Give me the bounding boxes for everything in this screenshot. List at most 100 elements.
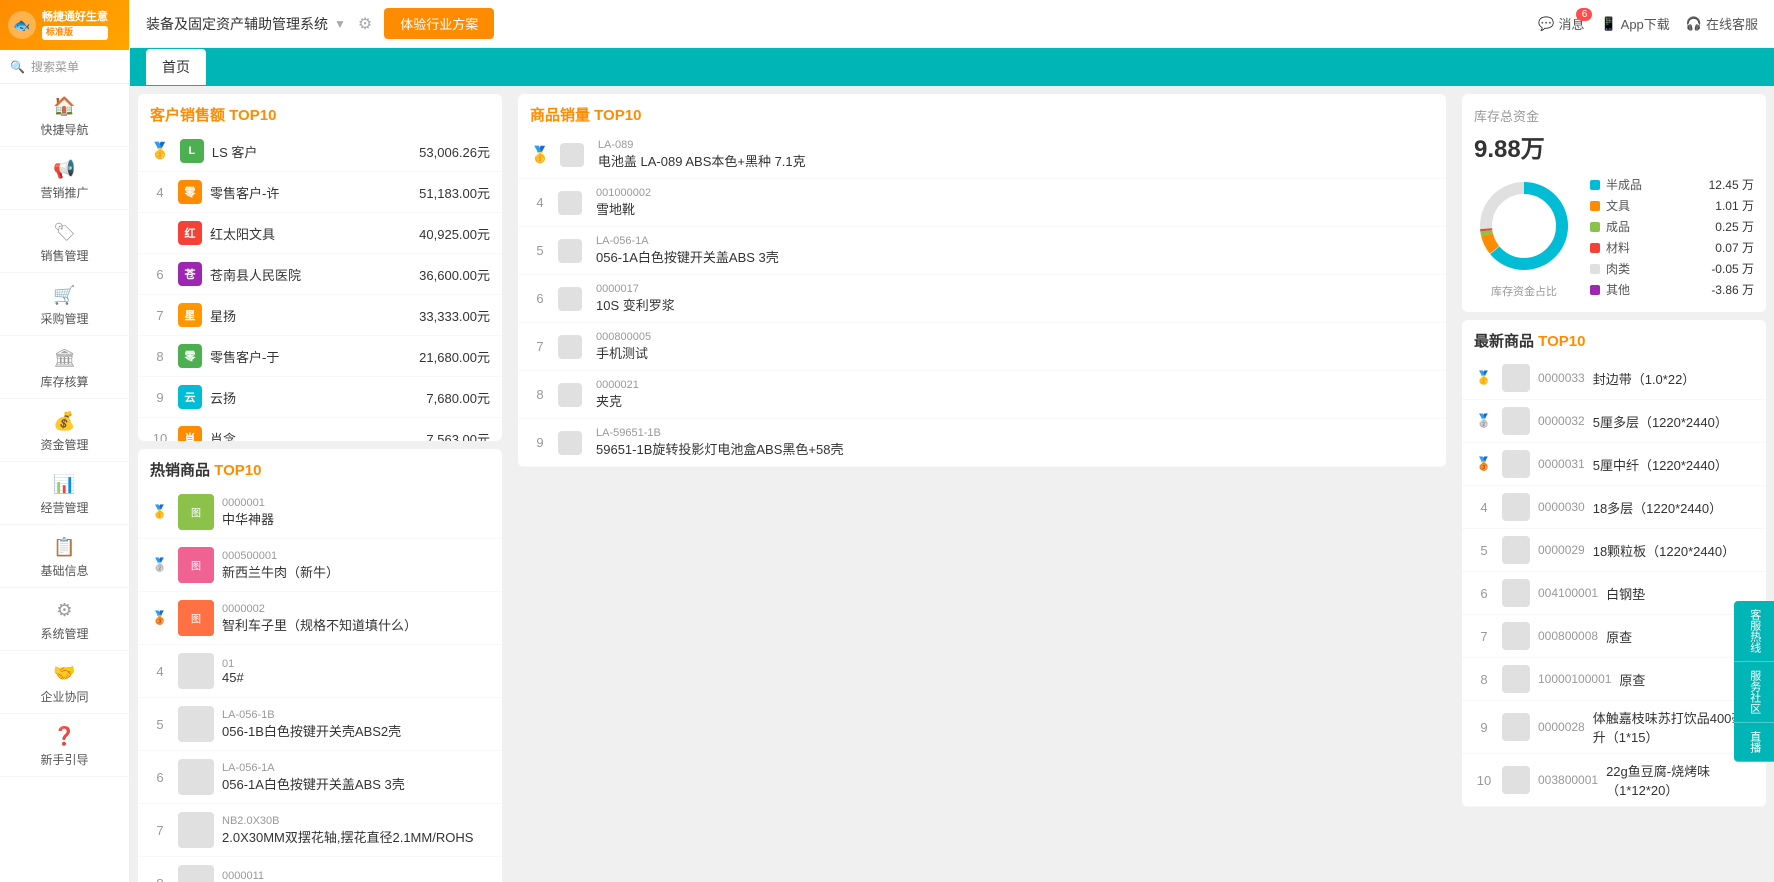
newest-products-list: 🥇 0000033 封边带（1.0*22） 🥈 0000032 5厘多层（122… (1462, 357, 1766, 807)
product-code: LA-056-1B (222, 709, 490, 721)
message-button[interactable]: 💬 消息 6 (1538, 14, 1584, 33)
product-ranking-card: 商品销量 TOP10 🥇 LA-089 电池盖 LA-089 ABS本色+黑种 … (518, 94, 1446, 467)
product-name: 原查 (1606, 627, 1754, 646)
product-code: 0000033 (1538, 371, 1585, 385)
tab-home[interactable]: 首页 (146, 49, 206, 85)
sidebar-item-label: 基础信息 (40, 562, 88, 579)
message-badge: 6 (1576, 8, 1592, 21)
customer-name: 零售客户-许 (210, 183, 411, 202)
sidebar-item-finance[interactable]: 💰 资金管理 (0, 399, 129, 462)
table-row: 9 LA-59651-1B 59651-1B旋转投影灯电池盒ABS黑色+58壳 (518, 419, 1446, 467)
sidebar-item-operations[interactable]: 📊 经营管理 (0, 462, 129, 525)
legend-dot (1590, 201, 1600, 211)
product-name: 手机测试 (596, 343, 1434, 362)
product-name: 体触嘉枝味苏打饮品400毫升（1*15） (1593, 708, 1754, 746)
sidebar-item-label: 资金管理 (40, 436, 88, 453)
rank-number: 6 (150, 267, 170, 282)
product-name: 中华神器 (222, 509, 490, 528)
settings-icon[interactable]: ⚙ (358, 14, 372, 34)
content-area: 客户销售额 TOP10 🥇 L LS 客户 53,006.26元 4 零 零售客… (130, 86, 1774, 882)
trial-button[interactable]: 体验行业方案 (384, 8, 494, 39)
sidebar-item-guide[interactable]: ❓ 新手引导 (0, 714, 129, 777)
legend-name: 成品 (1606, 218, 1709, 235)
legend-value: 0.07 万 (1715, 239, 1754, 256)
product-name: 白钢垫 (1606, 584, 1754, 603)
rank-icon: 🥇 (150, 504, 170, 520)
sidebar-item-label: 库存核算 (40, 373, 88, 390)
product-name: 封边带（1.0*22） (1593, 369, 1754, 388)
rank-number: 4 (150, 664, 170, 679)
list-item: 🥈 图 000500001 新西兰牛肉（新牛） (138, 539, 502, 592)
inventory-title: 库存总资金 (1474, 106, 1754, 125)
sales-ranking-list: 🥇 L LS 客户 53,006.26元 4 零 零售客户-许 51,183.0… (138, 131, 502, 441)
legend-dot (1590, 285, 1600, 295)
service-community-button[interactable]: 服务社区 (1734, 662, 1774, 723)
svg-text:图: 图 (191, 507, 201, 519)
inventory-unit: 万 (1521, 136, 1545, 163)
customer-service-button[interactable]: 客服热线 (1734, 601, 1774, 662)
sidebar-item-enterprise[interactable]: 🤝 企业协同 (0, 651, 129, 714)
sidebar-item-quick-nav[interactable]: 🏠 快捷导航 (0, 84, 129, 147)
list-item: 6 LA-056-1A 056-1A白色按键开关盖ABS 3壳 (138, 751, 502, 804)
list-item: 🥇 图 0000001 中华神器 (138, 486, 502, 539)
product-image-placeholder (178, 759, 214, 795)
sales-ranking-card: 客户销售额 TOP10 🥇 L LS 客户 53,006.26元 4 零 零售客… (138, 94, 502, 441)
sidebar-item-base-info[interactable]: 📋 基础信息 (0, 525, 129, 588)
table-row: 4 001000002 雪地靴 (518, 179, 1446, 227)
sidebar-item-purchase[interactable]: 🛒 采购管理 (0, 273, 129, 336)
product-name: 5厘中纤（1220*2440） (1593, 455, 1754, 474)
product-name: 056-1A白色按键开关盖ABS 3壳 (222, 774, 490, 793)
enterprise-icon: 🤝 (53, 663, 75, 684)
product-code: 0000021 (596, 379, 1434, 391)
sidebar-item-inventory[interactable]: 🏛 库存核算 (0, 336, 129, 399)
system-name[interactable]: 装备及固定资产辅助管理系统 ▼ (146, 14, 346, 34)
message-icon: 💬 (1538, 16, 1554, 32)
sidebar-item-system[interactable]: ⚙ 系统管理 (0, 588, 129, 651)
product-image: 图 (178, 494, 214, 530)
list-item: 10 003800001 22g鱼豆腐-烧烤味（1*12*20） (1462, 754, 1766, 807)
live-stream-button[interactable]: 直播 (1734, 723, 1774, 762)
product-img (560, 143, 584, 167)
customer-avatar: 星 (178, 303, 202, 327)
customer-name: 红太阳文具 (210, 224, 411, 243)
hot-products-list: 🥇 图 0000001 中华神器 🥈 图 (138, 486, 502, 882)
legend-dot (1590, 222, 1600, 232)
product-img (558, 191, 582, 215)
product-image-placeholder (178, 812, 214, 848)
online-service-button[interactable]: 🎧 在线客服 (1686, 14, 1758, 33)
product-code: 001000002 (596, 187, 1434, 199)
list-item: 🥈 0000032 5厘多层（1220*2440） (1462, 400, 1766, 443)
customer-name: 零售客户-于 (210, 347, 411, 366)
product-name: 电池盖 LA-089 ABS本色+黑种 7.1克 (598, 151, 1434, 170)
app-download-button[interactable]: 📱 App下载 (1600, 14, 1669, 33)
app-logo: 🐟 畅捷通好生意 标准版 (0, 0, 129, 50)
sidebar-item-marketing[interactable]: 📢 营销推广 (0, 147, 129, 210)
logo-icon: 🐟 (8, 11, 36, 39)
product-img (1502, 579, 1530, 607)
marketing-icon: 📢 (53, 159, 75, 180)
list-item: 7 000800008 原查 (1462, 615, 1766, 658)
product-name: 10S 变利罗浆 (596, 295, 1434, 314)
legend-dot (1590, 180, 1600, 190)
product-code: 0000029 (1538, 543, 1585, 557)
purchase-icon: 🛒 (53, 285, 75, 306)
rank-number: 10 (1474, 773, 1494, 788)
table-row: 5 LA-056-1A 056-1A白色按键开关盖ABS 3壳 (518, 227, 1446, 275)
newest-products-card: 最新商品 TOP10 🥇 0000033 封边带（1.0*22） 🥈 00000… (1462, 320, 1766, 807)
sidebar-item-sales[interactable]: 🏷 销售管理 (0, 210, 129, 273)
base-info-icon: 📋 (53, 537, 75, 558)
sidebar-search[interactable]: 🔍 搜索菜单 (0, 50, 129, 84)
product-img (558, 335, 582, 359)
rank-number: 8 (1474, 672, 1494, 687)
product-name: 5厘多层（1220*2440） (1593, 412, 1754, 431)
rank-number: 9 (1474, 720, 1494, 735)
sale-amount: 7,680.00元 (426, 388, 490, 407)
table-row: 4 零 零售客户-许 51,183.00元 (138, 172, 502, 213)
legend-name: 半成品 (1606, 176, 1703, 193)
rank-number: 6 (530, 291, 550, 306)
table-row: 红 红太阳文具 40,925.00元 (138, 213, 502, 254)
quick-nav-icon: 🏠 (53, 96, 75, 117)
product-code: NB2.0X30B (222, 815, 490, 827)
product-name: 22g鱼豆腐-烧烤味（1*12*20） (1606, 761, 1754, 799)
legend-dot (1590, 264, 1600, 274)
